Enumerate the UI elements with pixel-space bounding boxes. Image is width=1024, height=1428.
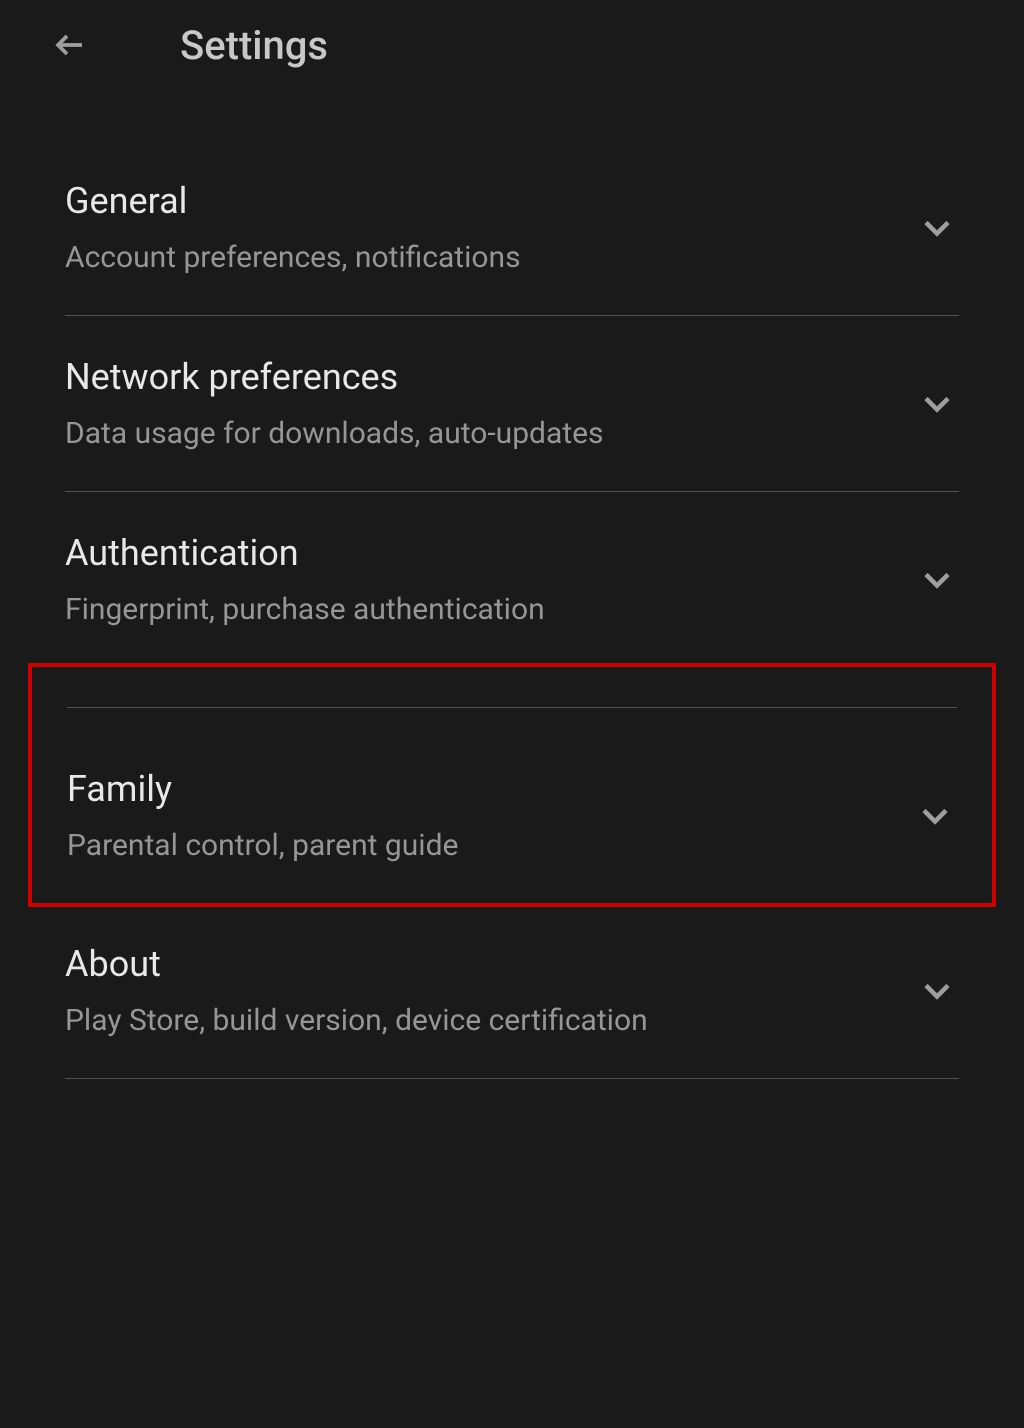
chevron-down-icon: [915, 206, 959, 250]
settings-item-title: Authentication: [65, 532, 895, 574]
page-title: Settings: [180, 22, 328, 69]
settings-item-subtitle: Play Store, build version, device certif…: [65, 1003, 895, 1038]
settings-list: General Account preferences, notificatio…: [0, 90, 1024, 1079]
settings-item-title: Family: [67, 768, 893, 810]
settings-item-subtitle: Parental control, parent guide: [67, 828, 893, 863]
settings-item-subtitle: Fingerprint, purchase authentication: [65, 592, 895, 627]
divider: [67, 707, 957, 708]
settings-item-title: General: [65, 180, 895, 222]
divider: [65, 1078, 959, 1079]
settings-item-authentication[interactable]: Authentication Fingerprint, purchase aut…: [0, 492, 1024, 667]
settings-item-title: Network preferences: [65, 356, 895, 398]
header: Settings: [0, 0, 1024, 90]
chevron-down-icon: [913, 794, 957, 838]
settings-item-about[interactable]: About Play Store, build version, device …: [0, 903, 1024, 1078]
settings-item-subtitle: Data usage for downloads, auto-updates: [65, 416, 895, 451]
chevron-down-icon: [915, 382, 959, 426]
chevron-down-icon: [915, 558, 959, 602]
settings-item-family-highlighted[interactable]: Family Parental control, parent guide: [28, 663, 996, 907]
arrow-left-icon: [52, 27, 88, 63]
settings-item-network[interactable]: Network preferences Data usage for downl…: [0, 316, 1024, 491]
chevron-down-icon: [915, 969, 959, 1013]
settings-item-subtitle: Account preferences, notifications: [65, 240, 895, 275]
back-button[interactable]: [50, 25, 90, 65]
settings-item-general[interactable]: General Account preferences, notificatio…: [0, 140, 1024, 315]
settings-item-title: About: [65, 943, 895, 985]
